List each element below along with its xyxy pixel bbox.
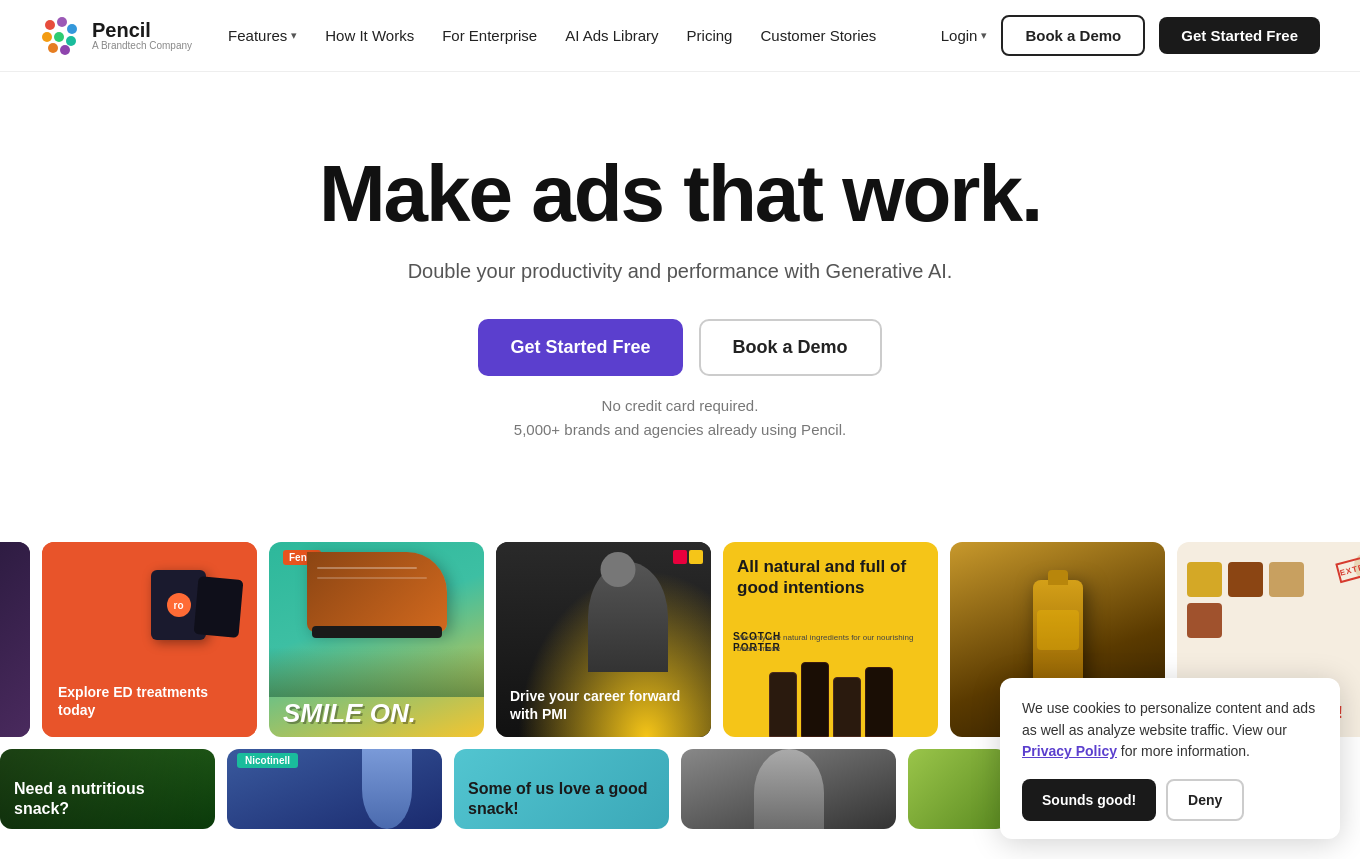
- hero-buttons: Get Started Free Book a Demo: [478, 319, 881, 376]
- logo-text: Pencil A Brandtech Company: [92, 20, 192, 52]
- list-item: [681, 749, 896, 829]
- cookie-deny-button[interactable]: Deny: [1166, 779, 1244, 821]
- svg-point-7: [60, 45, 70, 55]
- hero-title: Make ads that work.: [319, 152, 1041, 236]
- ad-label: Drive your career forward with PMI: [510, 688, 697, 723]
- chevron-down-icon: ▾: [981, 29, 987, 42]
- navbar-left: Pencil A Brandtech Company Features ▾ Ho…: [40, 15, 876, 57]
- navbar-right: Login ▾ Book a Demo Get Started Free: [941, 15, 1320, 56]
- ad-illustration: [307, 552, 447, 632]
- ad-person-head: [600, 552, 635, 587]
- ad-label: Explore ED treatments today: [58, 684, 241, 719]
- svg-point-0: [45, 20, 55, 30]
- ad-label: h.: [0, 699, 16, 721]
- palm-background: [269, 647, 484, 697]
- svg-point-2: [67, 24, 77, 34]
- ad-illustration: ro: [151, 570, 241, 640]
- cookie-banner: We use cookies to personalize content an…: [1000, 678, 1340, 839]
- ad-label: Some of us love a good snack!: [468, 779, 655, 819]
- list-item: Some of us love a good snack!: [454, 749, 669, 829]
- list-item: Need a nutritious snack?: [0, 749, 215, 829]
- nav-features[interactable]: Features ▾: [228, 27, 297, 44]
- ad-label: SMILE ON.: [283, 698, 470, 729]
- nav-for-enterprise[interactable]: For Enterprise: [442, 27, 537, 44]
- list-item: SCOTCHPORTER All natural and full of goo…: [723, 542, 938, 737]
- hero-section: Make ads that work. Double your producti…: [0, 72, 1360, 502]
- privacy-policy-link[interactable]: Privacy Policy: [1022, 743, 1117, 759]
- logo: Pencil A Brandtech Company: [40, 15, 192, 57]
- brand-name: Pencil: [92, 20, 192, 40]
- hero-book-demo-button[interactable]: Book a Demo: [699, 319, 882, 376]
- ad-subtext: We only use natural ingredients for our …: [737, 632, 924, 654]
- nav-customer-stories[interactable]: Customer Stories: [760, 27, 876, 44]
- cookie-buttons: Sounds good! Deny: [1022, 779, 1318, 821]
- svg-point-6: [48, 43, 58, 53]
- hero-note-line2: 5,000+ brands and agencies already using…: [514, 418, 846, 442]
- list-item: Nicotinell: [227, 749, 442, 829]
- hero-get-started-button[interactable]: Get Started Free: [478, 319, 682, 376]
- svg-point-4: [54, 32, 64, 42]
- navbar: Pencil A Brandtech Company Features ▾ Ho…: [0, 0, 1360, 72]
- brand-tagline: A Brandtech Company: [92, 40, 192, 52]
- list-item: [908, 749, 1008, 829]
- ad-products: [723, 657, 938, 737]
- pencil-logo-icon: [40, 15, 82, 57]
- nav-links: Features ▾ How It Works For Enterprise A…: [228, 27, 876, 44]
- ad-brand: Nicotinell: [237, 753, 298, 768]
- nav-get-started-button[interactable]: Get Started Free: [1159, 17, 1320, 54]
- ad-person: [754, 749, 824, 829]
- hero-note: No credit card required. 5,000+ brands a…: [514, 394, 846, 442]
- list-item: h.: [0, 542, 30, 737]
- pmi-logo: [673, 550, 703, 564]
- hero-subtitle: Double your productivity and performance…: [408, 260, 953, 283]
- login-button[interactable]: Login ▾: [941, 27, 988, 44]
- nav-ai-ads-library[interactable]: AI Ads Library: [565, 27, 658, 44]
- svg-point-5: [66, 36, 76, 46]
- cookie-text: We use cookies to personalize content an…: [1022, 698, 1318, 763]
- list-item: Drive your career forward with PMI: [496, 542, 711, 737]
- nav-book-demo-button[interactable]: Book a Demo: [1001, 15, 1145, 56]
- list-item: ro Explore ED treatments today: [42, 542, 257, 737]
- ad-person: [362, 749, 412, 829]
- svg-point-1: [57, 17, 67, 27]
- ad-products: [1187, 562, 1317, 638]
- extreme-badge: EXTREME: [1335, 551, 1360, 583]
- list-item: SMILE ON. Fenix: [269, 542, 484, 737]
- ad-label: Need a nutritious snack?: [14, 779, 201, 819]
- svg-point-3: [42, 32, 52, 42]
- ad-label: All natural and full of good intentions: [737, 556, 924, 599]
- chevron-down-icon: ▾: [291, 29, 297, 42]
- cookie-accept-button[interactable]: Sounds good!: [1022, 779, 1156, 821]
- nav-how-it-works[interactable]: How It Works: [325, 27, 414, 44]
- hero-note-line1: No credit card required.: [514, 394, 846, 418]
- nav-pricing[interactable]: Pricing: [687, 27, 733, 44]
